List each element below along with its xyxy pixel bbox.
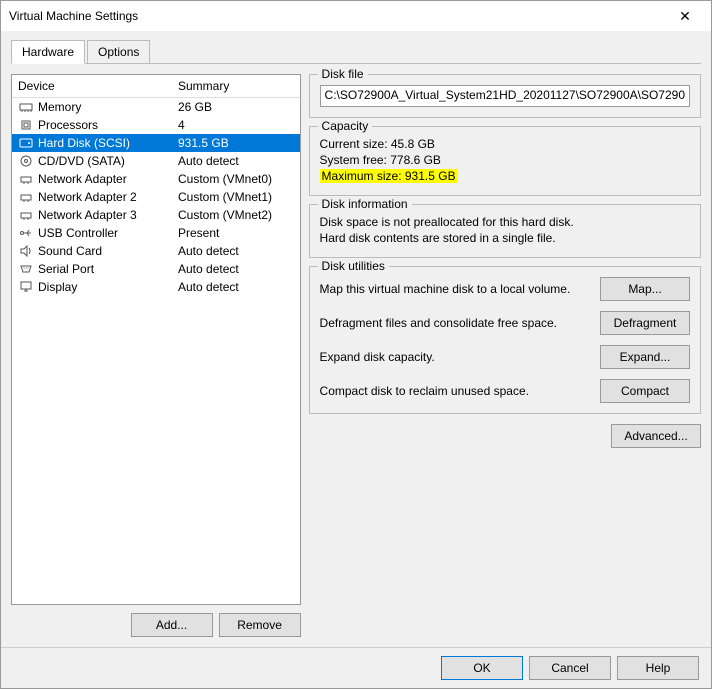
list-row-display[interactable]: DisplayAuto detect	[12, 278, 300, 296]
util-map-text: Map this virtual machine disk to a local…	[320, 282, 592, 296]
list-row-memory[interactable]: Memory26 GB	[12, 98, 300, 116]
row-device: Network Adapter 3	[38, 208, 178, 222]
row-summary: 26 GB	[178, 100, 294, 114]
util-expand-row: Expand disk capacity. Expand...	[320, 345, 690, 369]
header-device: Device	[18, 79, 178, 93]
expand-button[interactable]: Expand...	[600, 345, 690, 369]
list-row-serial[interactable]: Serial PortAuto detect	[12, 260, 300, 278]
row-device: Serial Port	[38, 262, 178, 276]
add-button[interactable]: Add...	[131, 613, 213, 637]
capacity-max-highlight: Maximum size: 931.5 GB	[320, 169, 458, 183]
row-summary: Auto detect	[178, 280, 294, 294]
diskfile-group: Disk file C:\SO72900A_Virtual_System21HD…	[309, 74, 701, 118]
diskinfo-title: Disk information	[318, 197, 412, 211]
content-area: Device Summary Memory26 GBProcessors4Har…	[1, 64, 711, 647]
capacity-current: Current size: 45.8 GB	[320, 137, 690, 151]
advanced-row: Advanced...	[309, 422, 701, 450]
list-row-net[interactable]: Network Adapter 3Custom (VMnet2)	[12, 206, 300, 224]
bottom-bar: OK Cancel Help	[1, 647, 711, 688]
settings-window: Virtual Machine Settings ✕ Hardware Opti…	[0, 0, 712, 689]
tabs-container: Hardware Options	[1, 31, 711, 64]
row-summary: Custom (VMnet1)	[178, 190, 294, 204]
left-panel: Device Summary Memory26 GBProcessors4Har…	[11, 74, 301, 637]
list-row-hdd[interactable]: Hard Disk (SCSI)931.5 GB	[12, 134, 300, 152]
row-device: Hard Disk (SCSI)	[38, 136, 178, 150]
defragment-button[interactable]: Defragment	[600, 311, 690, 335]
row-device: Network Adapter	[38, 172, 178, 186]
usb-icon	[18, 226, 34, 240]
diskfile-field[interactable]: C:\SO72900A_Virtual_System21HD_20201127\…	[320, 85, 690, 107]
util-expand-text: Expand disk capacity.	[320, 350, 592, 364]
row-summary: Auto detect	[178, 244, 294, 258]
list-row-net[interactable]: Network AdapterCustom (VMnet0)	[12, 170, 300, 188]
left-buttons: Add... Remove	[11, 605, 301, 637]
cpu-icon	[18, 118, 34, 132]
list-row-cpu[interactable]: Processors4	[12, 116, 300, 134]
row-summary: 931.5 GB	[178, 136, 294, 150]
window-title: Virtual Machine Settings	[9, 9, 667, 23]
capacity-max: Maximum size: 931.5 GB	[320, 169, 690, 183]
list-body: Memory26 GBProcessors4Hard Disk (SCSI)93…	[12, 98, 300, 296]
serial-icon	[18, 262, 34, 276]
memory-icon	[18, 100, 34, 114]
remove-button[interactable]: Remove	[219, 613, 301, 637]
net-icon	[18, 190, 34, 204]
net-icon	[18, 172, 34, 186]
help-button[interactable]: Help	[617, 656, 699, 680]
util-compact-row: Compact disk to reclaim unused space. Co…	[320, 379, 690, 403]
tab-options[interactable]: Options	[87, 40, 150, 64]
tab-hardware[interactable]: Hardware	[11, 40, 85, 64]
capacity-title: Capacity	[318, 119, 373, 133]
diskinfo-line1: Disk space is not preallocated for this …	[320, 215, 690, 229]
net-icon	[18, 208, 34, 222]
diskfile-title: Disk file	[318, 67, 368, 81]
util-defrag-row: Defragment files and consolidate free sp…	[320, 311, 690, 335]
list-row-cd[interactable]: CD/DVD (SATA)Auto detect	[12, 152, 300, 170]
display-icon	[18, 280, 34, 294]
hdd-icon	[18, 136, 34, 150]
row-device: Memory	[38, 100, 178, 114]
utilities-group: Disk utilities Map this virtual machine …	[309, 266, 701, 414]
row-device: Sound Card	[38, 244, 178, 258]
diskinfo-group: Disk information Disk space is not preal…	[309, 204, 701, 258]
util-defrag-text: Defragment files and consolidate free sp…	[320, 316, 592, 330]
compact-button[interactable]: Compact	[600, 379, 690, 403]
row-summary: 4	[178, 118, 294, 132]
list-row-usb[interactable]: USB ControllerPresent	[12, 224, 300, 242]
cancel-button[interactable]: Cancel	[529, 656, 611, 680]
cd-icon	[18, 154, 34, 168]
row-summary: Present	[178, 226, 294, 240]
utilities-title: Disk utilities	[318, 259, 389, 273]
util-map-row: Map this virtual machine disk to a local…	[320, 277, 690, 301]
row-device: USB Controller	[38, 226, 178, 240]
header-summary: Summary	[178, 79, 294, 93]
row-summary: Custom (VMnet0)	[178, 172, 294, 186]
list-row-sound[interactable]: Sound CardAuto detect	[12, 242, 300, 260]
diskinfo-line2: Hard disk contents are stored in a singl…	[320, 231, 690, 245]
list-header: Device Summary	[12, 75, 300, 98]
row-summary: Auto detect	[178, 262, 294, 276]
right-panel: Disk file C:\SO72900A_Virtual_System21HD…	[309, 74, 701, 637]
close-icon[interactable]: ✕	[667, 8, 703, 25]
map-button[interactable]: Map...	[600, 277, 690, 301]
capacity-free: System free: 778.6 GB	[320, 153, 690, 167]
ok-button[interactable]: OK	[441, 656, 523, 680]
sound-icon	[18, 244, 34, 258]
list-row-net[interactable]: Network Adapter 2Custom (VMnet1)	[12, 188, 300, 206]
tabs: Hardware Options	[11, 39, 701, 64]
row-device: Network Adapter 2	[38, 190, 178, 204]
row-device: CD/DVD (SATA)	[38, 154, 178, 168]
titlebar: Virtual Machine Settings ✕	[1, 1, 711, 31]
device-list: Device Summary Memory26 GBProcessors4Har…	[11, 74, 301, 605]
advanced-button[interactable]: Advanced...	[611, 424, 701, 448]
util-compact-text: Compact disk to reclaim unused space.	[320, 384, 592, 398]
capacity-group: Capacity Current size: 45.8 GB System fr…	[309, 126, 701, 196]
row-summary: Custom (VMnet2)	[178, 208, 294, 222]
row-device: Processors	[38, 118, 178, 132]
row-summary: Auto detect	[178, 154, 294, 168]
row-device: Display	[38, 280, 178, 294]
